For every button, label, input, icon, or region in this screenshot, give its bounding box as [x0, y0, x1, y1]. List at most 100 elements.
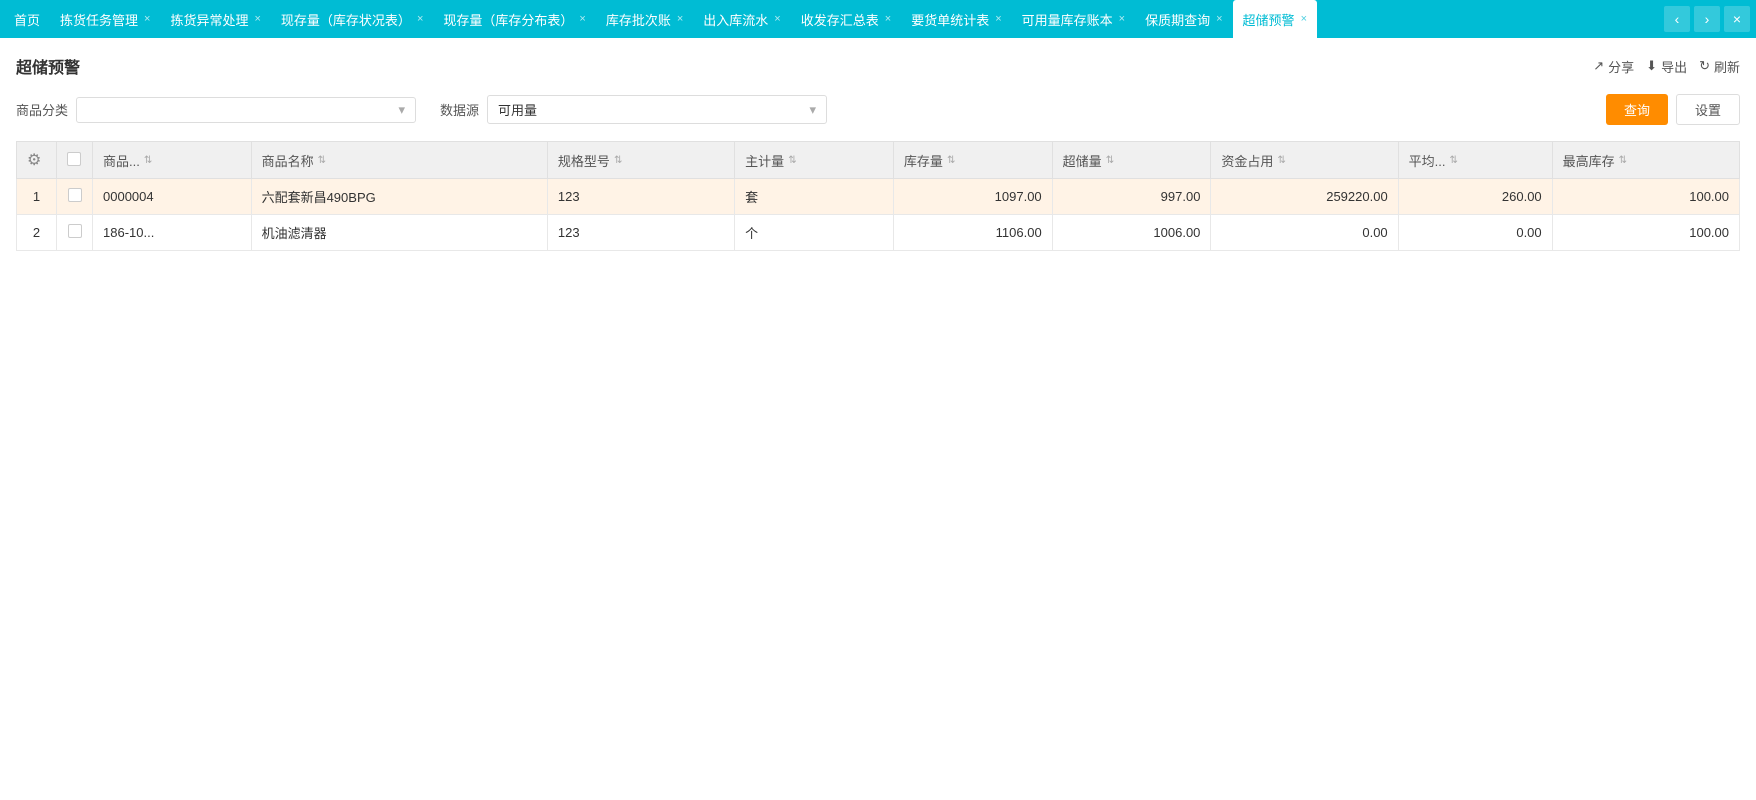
table-row[interactable]: 2186-10...机油滤清器123个1106.001006.000.000.0…	[17, 215, 1740, 251]
filter-buttons: 查询 设置	[1606, 94, 1740, 125]
nav-item-stock-dist[interactable]: 现存量（库存分布表） ×	[433, 0, 595, 38]
sort-icon-stock: ⇅	[947, 155, 955, 166]
th-overstock[interactable]: 超储量 ⇅	[1052, 142, 1211, 179]
top-navigation: 首页 拣货任务管理 × 拣货异常处理 × 现存量（库存状况表） × 现存量（库存…	[0, 0, 1756, 38]
nav-item-home[interactable]: 首页	[4, 0, 50, 38]
gear-icon[interactable]: ⚙	[27, 152, 41, 169]
header-checkbox[interactable]	[67, 152, 81, 166]
nav-arrows: ‹ › ×	[1662, 6, 1752, 32]
close-icon-stock-status[interactable]: ×	[417, 13, 423, 25]
nav-label-home: 首页	[14, 10, 40, 29]
nav-item-abnormal[interactable]: 拣货异常处理 ×	[160, 0, 270, 38]
datasource-select[interactable]: 可用量 ▾	[487, 95, 827, 124]
cell-unit: 个	[735, 215, 894, 251]
cell-checkbox	[57, 179, 93, 215]
close-icon-collection[interactable]: ×	[885, 13, 891, 25]
page-title: 超储预警	[16, 54, 80, 78]
th-code[interactable]: 商品... ⇅	[93, 142, 252, 179]
close-icon-abnormal[interactable]: ×	[254, 13, 260, 25]
nav-item-batch[interactable]: 库存批次账 ×	[596, 0, 693, 38]
header-actions: ↗ 分享 ⬇ 导出 ↻ 刷新	[1593, 57, 1740, 76]
category-select[interactable]: ▾	[76, 97, 416, 123]
sort-icon-avg: ⇅	[1450, 155, 1458, 166]
close-icon-task[interactable]: ×	[144, 13, 150, 25]
nav-label-order-stat: 要货单统计表	[911, 10, 989, 29]
th-max[interactable]: 最高库存 ⇅	[1552, 142, 1739, 179]
sort-icon-overstock: ⇅	[1106, 155, 1114, 166]
table-row[interactable]: 10000004六配套新昌490BPG123套1097.00997.002592…	[17, 179, 1740, 215]
cell-checkbox	[57, 215, 93, 251]
table-header-row: ⚙ 商品... ⇅ 商品名称 ⇅	[17, 142, 1740, 179]
nav-item-stock-status[interactable]: 现存量（库存状况表） ×	[271, 0, 433, 38]
category-label: 商品分类	[16, 100, 68, 119]
close-icon-inout[interactable]: ×	[774, 13, 780, 25]
query-button[interactable]: 查询	[1606, 94, 1668, 125]
share-icon: ↗	[1593, 58, 1604, 74]
nav-item-inout[interactable]: 出入库流水 ×	[693, 0, 790, 38]
nav-label-batch: 库存批次账	[606, 10, 671, 29]
nav-item-expiry[interactable]: 保质期查询 ×	[1135, 0, 1232, 38]
nav-arrow-close[interactable]: ×	[1724, 6, 1750, 32]
nav-arrow-left[interactable]: ‹	[1664, 6, 1690, 32]
refresh-icon: ↻	[1699, 58, 1710, 74]
cell-spec: 123	[547, 179, 734, 215]
category-filter-group: 商品分类 ▾	[16, 97, 416, 123]
th-stock[interactable]: 库存量 ⇅	[893, 142, 1052, 179]
nav-item-order-stat[interactable]: 要货单统计表 ×	[901, 0, 1011, 38]
data-table: ⚙ 商品... ⇅ 商品名称 ⇅	[16, 141, 1740, 251]
nav-label-expiry: 保质期查询	[1145, 10, 1210, 29]
close-icon-available[interactable]: ×	[1119, 13, 1125, 25]
cell-avg: 260.00	[1398, 179, 1552, 215]
close-icon-stock-dist[interactable]: ×	[579, 13, 585, 25]
cell-unit: 套	[735, 179, 894, 215]
th-gear: ⚙	[17, 142, 57, 179]
nav-item-collection[interactable]: 收发存汇总表 ×	[791, 0, 901, 38]
sort-icon-capital: ⇅	[1277, 155, 1285, 166]
nav-label-available: 可用量库存账本	[1022, 10, 1113, 29]
cell-index: 2	[17, 215, 57, 251]
share-button[interactable]: ↗ 分享	[1593, 57, 1634, 76]
page-content: 超储预警 ↗ 分享 ⬇ 导出 ↻ 刷新 商品分类 ▾ 数据源	[0, 38, 1756, 800]
th-name[interactable]: 商品名称 ⇅	[251, 142, 547, 179]
settings-button[interactable]: 设置	[1676, 94, 1740, 125]
th-capital[interactable]: 资金占用 ⇅	[1211, 142, 1398, 179]
cell-name: 六配套新昌490BPG	[251, 179, 547, 215]
th-spec[interactable]: 规格型号 ⇅	[547, 142, 734, 179]
datasource-value: 可用量	[498, 100, 537, 119]
nav-arrow-right[interactable]: ›	[1694, 6, 1720, 32]
sort-icon-spec: ⇅	[614, 155, 622, 166]
close-icon-expiry[interactable]: ×	[1216, 13, 1222, 25]
cell-capital: 0.00	[1211, 215, 1398, 251]
close-icon-order-stat[interactable]: ×	[995, 13, 1001, 25]
refresh-button[interactable]: ↻ 刷新	[1699, 57, 1740, 76]
cell-overstock: 997.00	[1052, 179, 1211, 215]
close-icon-overstock[interactable]: ×	[1301, 13, 1307, 25]
th-checkbox	[57, 142, 93, 179]
th-unit[interactable]: 主计量 ⇅	[735, 142, 894, 179]
cell-avg: 0.00	[1398, 215, 1552, 251]
page-header: 超储预警 ↗ 分享 ⬇ 导出 ↻ 刷新	[16, 54, 1740, 78]
cell-name: 机油滤清器	[251, 215, 547, 251]
cell-code: 0000004	[93, 179, 252, 215]
sort-icon-name: ⇅	[318, 155, 326, 166]
nav-item-overstock[interactable]: 超储预警 ×	[1233, 0, 1317, 38]
cell-code: 186-10...	[93, 215, 252, 251]
nav-item-task[interactable]: 拣货任务管理 ×	[50, 0, 160, 38]
cell-max: 100.00	[1552, 179, 1739, 215]
sort-icon-unit: ⇅	[788, 155, 796, 166]
category-chevron-icon: ▾	[398, 102, 405, 118]
nav-item-available[interactable]: 可用量库存账本 ×	[1012, 0, 1135, 38]
close-icon-batch[interactable]: ×	[677, 13, 683, 25]
th-avg[interactable]: 平均... ⇅	[1398, 142, 1552, 179]
cell-spec: 123	[547, 215, 734, 251]
nav-label-overstock: 超储预警	[1243, 10, 1295, 29]
row-checkbox[interactable]	[68, 224, 82, 238]
cell-index: 1	[17, 179, 57, 215]
datasource-label: 数据源	[440, 100, 479, 119]
export-button[interactable]: ⬇ 导出	[1646, 57, 1687, 76]
cell-max: 100.00	[1552, 215, 1739, 251]
row-checkbox[interactable]	[68, 188, 82, 202]
nav-label-stock-dist: 现存量（库存分布表）	[443, 10, 573, 29]
sort-icon-max: ⇅	[1619, 155, 1627, 166]
sort-icon-code: ⇅	[144, 155, 152, 166]
